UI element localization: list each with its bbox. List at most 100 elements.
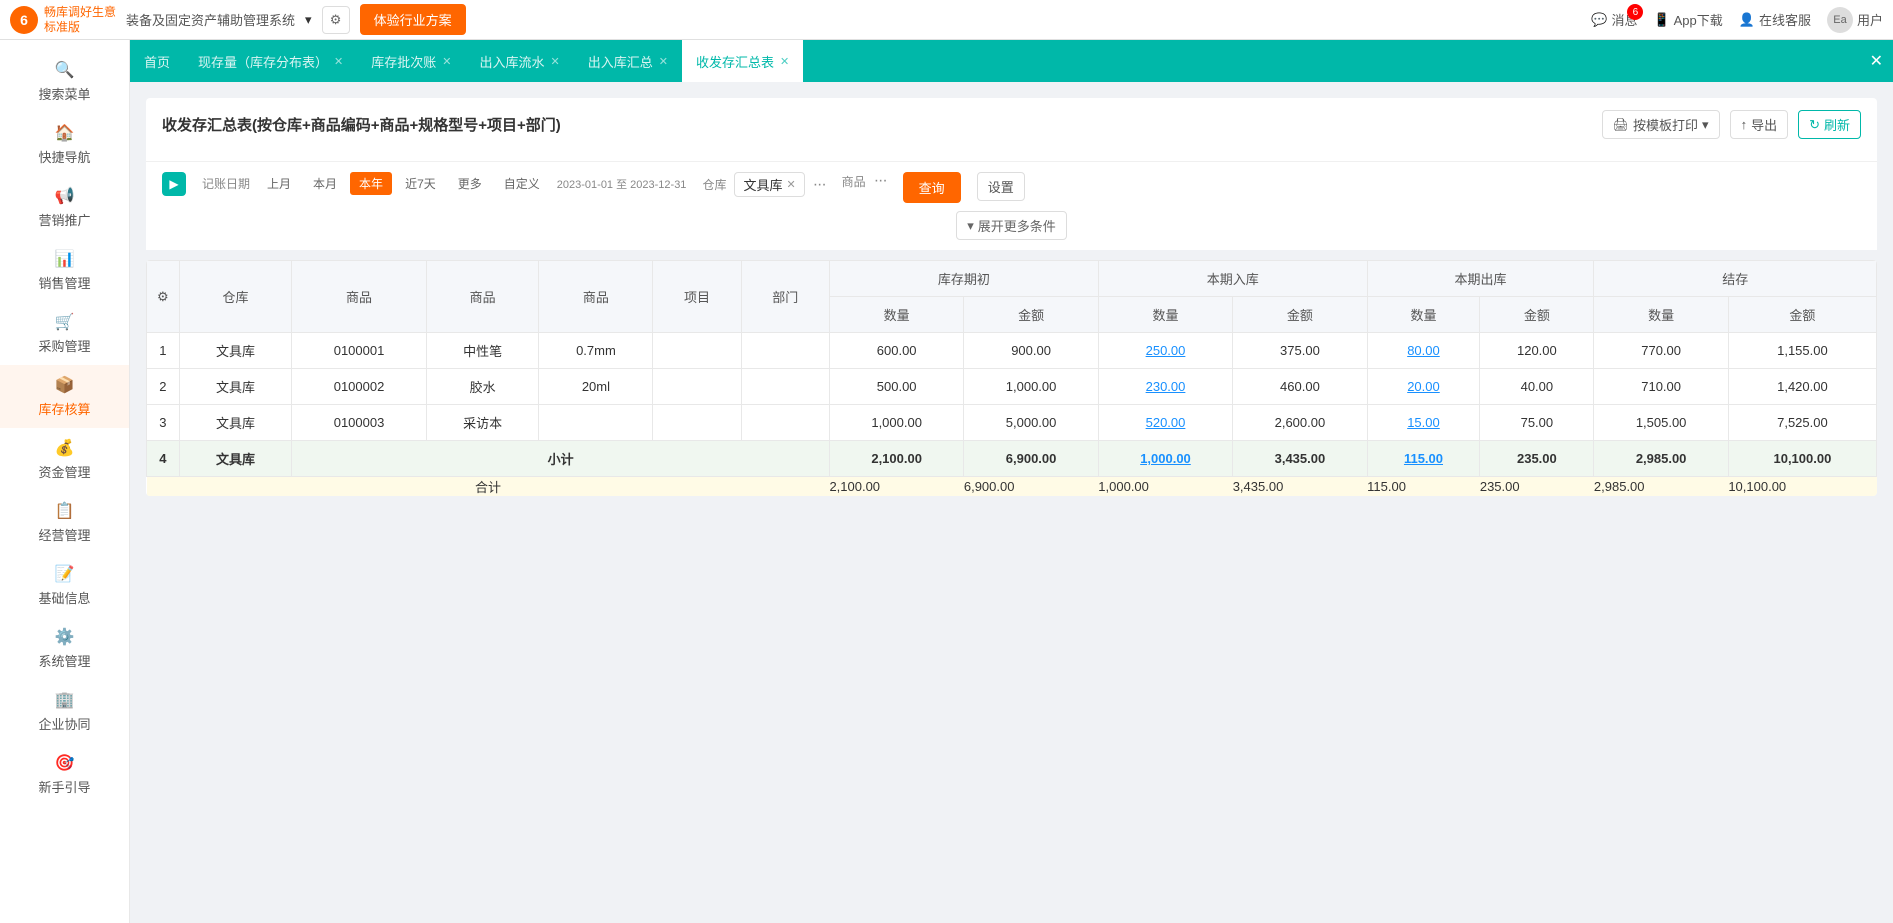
avatar: Ea	[1827, 7, 1853, 33]
messages-badge: 6	[1627, 4, 1643, 20]
tab-close-icon[interactable]: ✕	[780, 55, 789, 68]
sidebar-item-inventory[interactable]: 📦 库存核算	[0, 365, 129, 428]
settings-button[interactable]: ⚙	[322, 6, 350, 34]
tab-label: 出入库汇总	[588, 52, 653, 71]
total-closing-qty: 2,985.00	[1594, 477, 1728, 497]
app-title: 装备及固定资产辅助管理系统	[126, 10, 295, 29]
print-button[interactable]: 🖨 按模板打印 ▾	[1602, 110, 1720, 139]
total-opening-amt: 6,900.00	[964, 477, 1098, 497]
corp-icon: 🏢	[55, 690, 75, 710]
project-col-header: 项目	[653, 261, 741, 333]
top-bar-left: 6 畅库调好生意 标准版 装备及固定资产辅助管理系统 ▾ ⚙ 体验行业方案	[10, 4, 466, 35]
sidebar-item-purchase[interactable]: 🛒 采购管理	[0, 302, 129, 365]
sidebar-item-quicknav[interactable]: 🏠 快捷导航	[0, 113, 129, 176]
tab-label: 库存批次账	[371, 52, 436, 71]
filter-setting-button[interactable]: 设置	[977, 172, 1025, 201]
tab-inout-flow[interactable]: 出入库流水 ✕	[465, 40, 573, 82]
total-out-qty: 115.00	[1367, 477, 1480, 497]
service-icon: 👤	[1739, 12, 1755, 28]
refresh-icon: ↻	[1809, 117, 1820, 133]
refresh-button[interactable]: ↻ 刷新	[1798, 110, 1861, 139]
logo-icon: 6	[10, 6, 38, 34]
config-col-header[interactable]: ⚙	[147, 261, 180, 333]
online-service-item[interactable]: 👤 在线客服	[1739, 10, 1811, 29]
out-amt-header: 金额	[1480, 297, 1594, 333]
user-item[interactable]: Ea 用户	[1827, 7, 1883, 33]
tab-close-icon[interactable]: ✕	[659, 55, 668, 68]
in-col-header: 本期入库	[1098, 261, 1367, 297]
date-range-display: 2023-01-01 至 2023-12-31	[557, 176, 687, 192]
closing-col-header: 结存	[1594, 261, 1877, 297]
marketing-icon: 📢	[55, 186, 75, 206]
product-code-col-header: 商品	[292, 261, 426, 333]
in-amt-header: 金额	[1233, 297, 1367, 333]
search-icon: 🔍	[55, 60, 75, 80]
phone-icon: 📱	[1653, 12, 1669, 28]
sidebar-item-sales[interactable]: 📊 销售管理	[0, 239, 129, 302]
closing-amt-header: 金额	[1728, 297, 1876, 333]
date-btn-this-month[interactable]: 本月	[304, 172, 346, 195]
sidebar-item-basic[interactable]: 📝 基础信息	[0, 554, 129, 617]
warehouse-col-header: 仓库	[179, 261, 292, 333]
tab-close-icon[interactable]: ✕	[551, 55, 560, 68]
product-filter-label: 商品	[842, 173, 866, 190]
filter-toggle[interactable]: ▶	[162, 172, 186, 196]
opening-qty-header: 数量	[829, 297, 963, 333]
tab-bar-close-icon[interactable]: ✕	[1870, 51, 1883, 71]
product-more-btn[interactable]: ···	[874, 172, 887, 190]
department-col-header: 部门	[741, 261, 829, 333]
sidebar-item-finance[interactable]: 💰 资金管理	[0, 428, 129, 491]
sidebar-item-label: 资金管理	[38, 462, 90, 481]
sidebar-item-label: 经营管理	[38, 525, 90, 544]
sidebar-item-operation[interactable]: 📋 经营管理	[0, 491, 129, 554]
closing-qty-header: 数量	[1594, 297, 1728, 333]
tab-bar: 首页 现存量（库存分布表） ✕ 库存批次账 ✕ 出入库流水 ✕ 出入库汇总 ✕	[130, 40, 1893, 82]
sidebar-item-label: 快捷导航	[38, 147, 90, 166]
tab-label: 首页	[144, 52, 170, 71]
sidebar-item-label: 新手引导	[38, 777, 90, 796]
warehouse-tag[interactable]: 文具库 ✕	[734, 172, 804, 197]
export-button[interactable]: ↑ 导出	[1730, 110, 1789, 139]
sidebar-item-label: 营销推广	[38, 210, 90, 229]
opening-col-header: 库存期初	[829, 261, 1098, 297]
table-row: 1 文具库 0100001 中性笔 0.7mm 600.00 900.00 25…	[147, 333, 1877, 369]
tab-home[interactable]: 首页	[130, 40, 184, 82]
query-button[interactable]: 查询	[903, 172, 961, 203]
sidebar-item-marketing[interactable]: 📢 营销推广	[0, 176, 129, 239]
product-name-col-header: 商品	[426, 261, 539, 333]
tab-label: 出入库流水	[479, 52, 544, 71]
table-row: 3 文具库 0100003 采访本 1,000.00 5,000.00 520.…	[147, 405, 1877, 441]
chevron-down-icon: ▾	[305, 12, 312, 28]
tab-batch-account[interactable]: 库存批次账 ✕	[357, 40, 465, 82]
app-download-item[interactable]: 📱 App下载	[1653, 10, 1722, 29]
sidebar-item-label: 销售管理	[38, 273, 90, 292]
sidebar-item-label: 搜索菜单	[38, 84, 90, 103]
tab-close-icon[interactable]: ✕	[442, 55, 451, 68]
messages-item[interactable]: 💬 消息 6	[1591, 10, 1637, 29]
tab-close-icon[interactable]: ✕	[334, 55, 343, 68]
expand-more-btn[interactable]: ▾ 展开更多条件	[956, 211, 1067, 240]
content-area: 首页 现存量（库存分布表） ✕ 库存批次账 ✕ 出入库流水 ✕ 出入库汇总 ✕	[130, 40, 1893, 923]
warehouse-tag-close-icon[interactable]: ✕	[786, 178, 795, 191]
top-bar-right: 💬 消息 6 📱 App下载 👤 在线客服 Ea 用户	[1591, 7, 1883, 33]
total-opening-qty: 2,100.00	[829, 477, 963, 497]
sidebar-item-guide[interactable]: 🎯 新手引导	[0, 743, 129, 806]
date-btn-custom[interactable]: 自定义	[495, 172, 549, 195]
date-btn-last-month[interactable]: 上月	[258, 172, 300, 195]
date-filter-label: 记账日期	[202, 175, 250, 192]
tab-inventory-dist[interactable]: 现存量（库存分布表） ✕	[184, 40, 357, 82]
sidebar-item-corp[interactable]: 🏢 企业协同	[0, 680, 129, 743]
date-btn-7days[interactable]: 近7天	[396, 172, 445, 195]
sidebar-item-system[interactable]: ⚙️ 系统管理	[0, 617, 129, 680]
date-btn-more[interactable]: 更多	[449, 172, 491, 195]
table-settings-icon[interactable]: ⚙	[157, 289, 169, 304]
warehouse-more-btn[interactable]: ···	[813, 176, 826, 194]
app-dropdown[interactable]: ▾	[305, 12, 312, 28]
data-table: ⚙ 仓库 商品 商品 商品 项目 部门 库存期初 本期入库 本期出库	[146, 260, 1877, 496]
date-btn-this-year[interactable]: 本年	[350, 172, 392, 195]
trial-button[interactable]: 体验行业方案	[360, 4, 466, 35]
sidebar-item-search[interactable]: 🔍 搜索菜单	[0, 50, 129, 113]
tab-recv-summary[interactable]: 收发存汇总表 ✕	[682, 40, 803, 82]
chevron-down-icon: ▾	[967, 218, 974, 234]
tab-inout-summary[interactable]: 出入库汇总 ✕	[574, 40, 682, 82]
